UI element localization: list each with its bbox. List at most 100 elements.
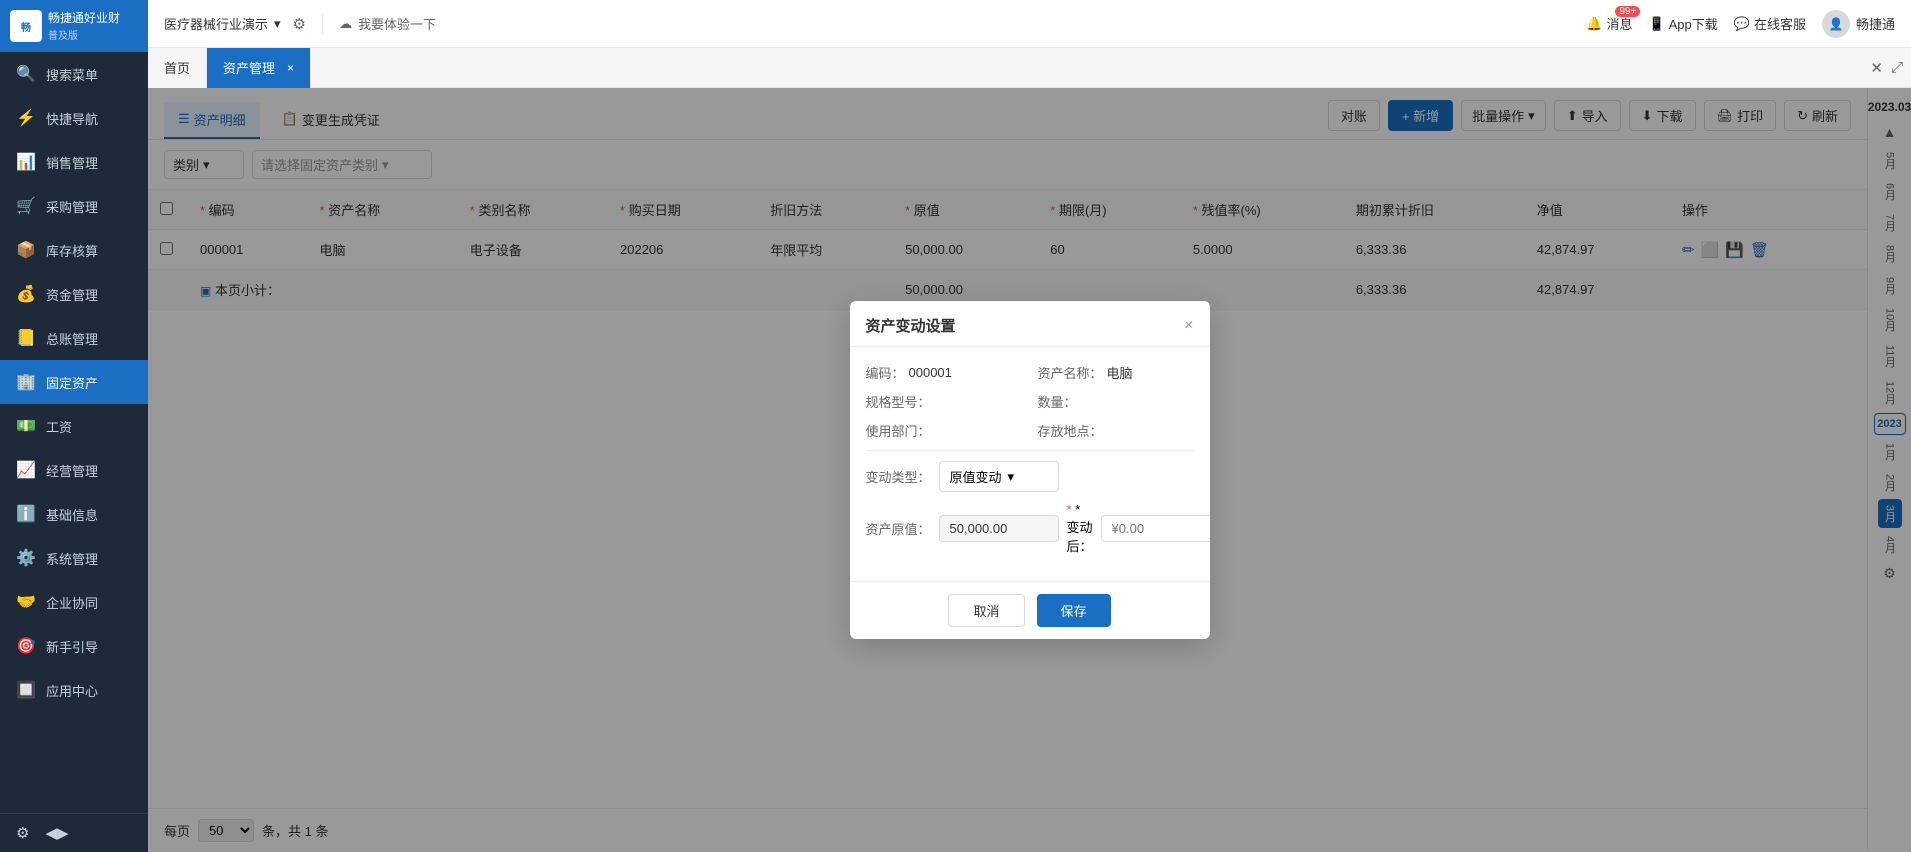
inventory-icon: 📦 — [16, 240, 36, 260]
dialog-field-quantity: 数量： — [1038, 392, 1194, 411]
sidebar-item-label: 经营管理 — [46, 461, 98, 480]
company-dropdown-icon: ▾ — [274, 16, 281, 32]
sidebar-item-label: 快捷导航 — [46, 109, 98, 128]
logo-sub: 普及版 — [48, 27, 120, 42]
name-value: 电脑 — [1107, 363, 1133, 382]
logo-text: 畅捷通好业财 — [48, 10, 120, 27]
topbar: 医疗器械行业演示 ▾ ⚙ ☁ 我要体验一下 🔔 消息 99+ 📱 App下载 💬… — [148, 0, 1911, 48]
tabbar-expand-icon[interactable]: ⤢ — [1891, 59, 1903, 76]
sidebar-nav: 🔍 搜索菜单 ⚡ 快捷导航 📊 销售管理 🛒 采购管理 📦 库存核算 💰 资金管… — [0, 52, 148, 813]
sidebar-item-business[interactable]: 📈 经营管理 — [0, 448, 148, 492]
original-value-label: 资产原值： — [866, 519, 931, 538]
sidebar-item-label: 固定资产 — [46, 373, 98, 392]
save-button[interactable]: 保存 — [1037, 594, 1111, 627]
sidebar-item-label: 库存核算 — [46, 241, 98, 260]
notification-button[interactable]: 🔔 消息 99+ — [1586, 14, 1632, 33]
sidebar-item-apps[interactable]: 🔲 应用中心 — [0, 668, 148, 712]
sidebar-item-fixed-assets[interactable]: 🏢 固定资产 — [0, 360, 148, 404]
company-name: 医疗器械行业演示 — [164, 14, 268, 33]
dialog-field-dept: 使用部门： — [866, 421, 1022, 440]
dialog-value-row: 资产原值： * 变动后： — [866, 502, 1194, 555]
customer-service-button[interactable]: 💬 在线客服 — [1734, 14, 1806, 33]
sidebar-item-guide[interactable]: 🎯 新手引导 — [0, 624, 148, 668]
change-type-value: 原值变动 — [950, 467, 1002, 486]
sidebar-logo: 畅 畅捷通好业财 普及版 — [0, 0, 148, 52]
sidebar-item-system[interactable]: ⚙️ 系统管理 — [0, 536, 148, 580]
business-icon: 📈 — [16, 460, 36, 480]
sidebar-item-search[interactable]: 🔍 搜索菜单 — [0, 52, 148, 96]
dialog-divider — [866, 450, 1194, 451]
modal-overlay: 资产变动设置 × 编码： 000001 资产名称： 电脑 — [148, 88, 1911, 852]
salary-icon: 💵 — [16, 416, 36, 436]
dialog-row-3: 使用部门： 存放地点： — [866, 421, 1194, 440]
code-value: 000001 — [909, 365, 952, 380]
dialog-field-code: 编码： 000001 — [866, 363, 1022, 382]
logo-icon: 畅 — [10, 10, 42, 42]
app-download-label: App下载 — [1669, 14, 1718, 33]
name-label: 资产名称： — [1038, 363, 1103, 382]
dialog-body: 编码： 000001 资产名称： 电脑 规格型号： — [850, 347, 1210, 581]
code-label: 编码： — [866, 363, 905, 382]
app-download-button[interactable]: 📱 App下载 — [1648, 14, 1717, 33]
original-value-input — [939, 515, 1059, 542]
sidebar-item-label: 基础信息 — [46, 505, 98, 524]
after-value-input[interactable] — [1101, 515, 1210, 542]
settings-gear-icon[interactable]: ⚙ — [293, 15, 306, 33]
dialog-field-location: 存放地点： — [1038, 421, 1194, 440]
topbar-right: 🔔 消息 99+ 📱 App下载 💬 在线客服 👤 畅捷通 — [1586, 10, 1895, 38]
cloud-icon: ☁ — [339, 16, 352, 32]
change-type-arrow-icon: ▾ — [1008, 469, 1015, 485]
purchase-icon: 🛒 — [16, 196, 36, 216]
sidebar-item-label: 资金管理 — [46, 285, 98, 304]
dialog-row-2: 规格型号： 数量： — [866, 392, 1194, 411]
sidebar-item-enterprise[interactable]: 🤝 企业协同 — [0, 580, 148, 624]
company-selector[interactable]: 医疗器械行业演示 ▾ — [164, 14, 281, 33]
tabbar-close-icon[interactable]: ✕ — [1870, 59, 1883, 77]
user-menu[interactable]: 👤 畅捷通 — [1822, 10, 1895, 38]
sidebar-item-quicknav[interactable]: ⚡ 快捷导航 — [0, 96, 148, 140]
sidebar-item-finance[interactable]: 💰 资金管理 — [0, 272, 148, 316]
sidebar-item-label: 搜索菜单 — [46, 65, 98, 84]
experience-text: 我要体验一下 — [358, 14, 436, 33]
notification-badge: 99+ — [1615, 6, 1640, 17]
dialog-header: 资产变动设置 × — [850, 301, 1210, 347]
sidebar-bottom: ⚙ ◀▶ — [0, 813, 148, 852]
sidebar: 畅 畅捷通好业财 普及版 🔍 搜索菜单 ⚡ 快捷导航 📊 销售管理 🛒 采购管理… — [0, 0, 148, 852]
asset-change-dialog: 资产变动设置 × 编码： 000001 资产名称： 电脑 — [850, 301, 1210, 639]
cancel-button[interactable]: 取消 — [948, 594, 1024, 627]
sidebar-item-ledger[interactable]: 📒 总账管理 — [0, 316, 148, 360]
tab-close-icon[interactable]: × — [287, 61, 294, 75]
tab-asset-management[interactable]: 资产管理 × — [207, 48, 311, 88]
dialog-footer: 取消 保存 — [850, 581, 1210, 639]
sidebar-item-label: 新手引导 — [46, 637, 98, 656]
dialog-title: 资产变动设置 — [866, 315, 956, 336]
sales-icon: 📊 — [16, 152, 36, 172]
basic-info-icon: ℹ️ — [16, 504, 36, 524]
bell-icon: 🔔 — [1586, 16, 1602, 32]
sidebar-item-sales[interactable]: 📊 销售管理 — [0, 140, 148, 184]
collapse-icon[interactable]: ◀▶ — [45, 824, 68, 842]
sidebar-item-salary[interactable]: 💵 工资 — [0, 404, 148, 448]
dialog-field-name: 资产名称： 电脑 — [1038, 363, 1194, 382]
tabbar-right: ✕ ⤢ — [1862, 59, 1911, 77]
experience-link[interactable]: ☁ 我要体验一下 — [339, 14, 436, 33]
service-label: 在线客服 — [1754, 14, 1806, 33]
download-icon: 📱 — [1648, 16, 1664, 32]
sidebar-item-label: 企业协同 — [46, 593, 98, 612]
change-type-selector[interactable]: 原值变动 ▾ — [939, 461, 1059, 492]
sidebar-item-inventory[interactable]: 📦 库存核算 — [0, 228, 148, 272]
location-label: 存放地点： — [1038, 421, 1103, 440]
tab-home[interactable]: 首页 — [148, 48, 207, 88]
settings-icon[interactable]: ⚙ — [16, 824, 29, 842]
ledger-icon: 📒 — [16, 328, 36, 348]
dialog-row-1: 编码： 000001 资产名称： 电脑 — [866, 363, 1194, 382]
username: 畅捷通 — [1856, 14, 1895, 33]
after-label: * 变动后： — [1067, 502, 1093, 555]
sidebar-item-basic-info[interactable]: ℹ️ 基础信息 — [0, 492, 148, 536]
dialog-close-button[interactable]: × — [1184, 317, 1193, 335]
avatar: 👤 — [1822, 10, 1850, 38]
sidebar-item-label: 应用中心 — [46, 681, 98, 700]
logo-text-wrap: 畅捷通好业财 普及版 — [48, 10, 120, 42]
sidebar-item-purchase[interactable]: 🛒 采购管理 — [0, 184, 148, 228]
fixed-assets-icon: 🏢 — [16, 372, 36, 392]
